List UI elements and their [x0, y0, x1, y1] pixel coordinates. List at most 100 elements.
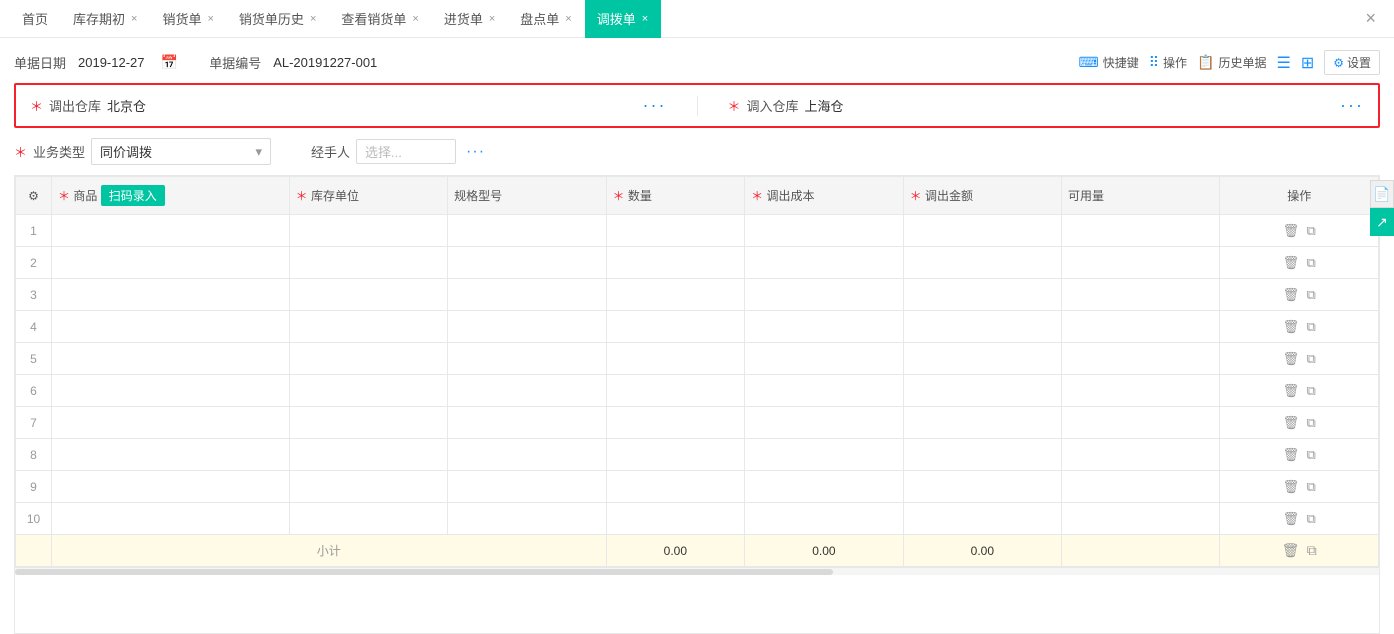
- row-avail-8[interactable]: [1062, 439, 1220, 471]
- from-warehouse-more[interactable]: ···: [643, 95, 667, 116]
- row-unit-7[interactable]: [289, 407, 447, 439]
- copy-icon-3[interactable]: ⧉: [1307, 287, 1316, 303]
- row-unit-10[interactable]: [289, 503, 447, 535]
- handler-placeholder[interactable]: 选择...: [356, 139, 456, 164]
- row-amount-9[interactable]: [903, 471, 1061, 503]
- tab-close-inventory-check[interactable]: ×: [565, 13, 571, 25]
- row-qty-10[interactable]: [606, 503, 745, 535]
- row-unit-9[interactable]: [289, 471, 447, 503]
- row-cost-4[interactable]: [745, 311, 903, 343]
- row-avail-7[interactable]: [1062, 407, 1220, 439]
- tab-close-inventory-init[interactable]: ×: [131, 13, 137, 25]
- from-warehouse-value[interactable]: 北京仓: [107, 96, 146, 115]
- window-close-button[interactable]: ×: [1357, 8, 1384, 29]
- shortcut-action[interactable]: ⌨ 快捷键: [1079, 54, 1139, 71]
- row-avail-3[interactable]: [1062, 279, 1220, 311]
- scan-button[interactable]: 扫码录入: [101, 185, 165, 206]
- row-product-4[interactable]: [52, 311, 290, 343]
- row-avail-9[interactable]: [1062, 471, 1220, 503]
- row-cost-5[interactable]: [745, 343, 903, 375]
- tab-view-sales[interactable]: 查看销货单 ×: [329, 0, 431, 38]
- row-unit-2[interactable]: [289, 247, 447, 279]
- tab-close-sales-order[interactable]: ×: [207, 13, 213, 25]
- row-qty-3[interactable]: [606, 279, 745, 311]
- delete-icon-1[interactable]: 🗑: [1283, 223, 1300, 239]
- copy-icon-8[interactable]: ⧉: [1307, 447, 1316, 463]
- delete-icon-5[interactable]: 🗑: [1283, 351, 1300, 367]
- tab-inventory-check[interactable]: 盘点单 ×: [508, 0, 584, 38]
- layout-action[interactable]: ☰: [1276, 53, 1290, 73]
- tab-close-view-sales[interactable]: ×: [412, 13, 418, 25]
- copy-icon-4[interactable]: ⧉: [1307, 319, 1316, 335]
- row-qty-9[interactable]: [606, 471, 745, 503]
- to-warehouse-more[interactable]: ···: [1340, 95, 1364, 116]
- row-product-2[interactable]: [52, 247, 290, 279]
- sidebar-external-button[interactable]: ↗: [1370, 208, 1394, 236]
- row-qty-8[interactable]: [606, 439, 745, 471]
- grid-action[interactable]: ⊞: [1301, 53, 1314, 73]
- tab-sales-history[interactable]: 销货单历史 ×: [227, 0, 329, 38]
- row-product-7[interactable]: [52, 407, 290, 439]
- settings-button[interactable]: ⚙ 设置: [1324, 50, 1380, 75]
- row-unit-6[interactable]: [289, 375, 447, 407]
- delete-icon-4[interactable]: 🗑: [1283, 319, 1300, 335]
- copy-icon-9[interactable]: ⧉: [1307, 479, 1316, 495]
- row-amount-1[interactable]: [903, 215, 1061, 247]
- tab-purchase-order[interactable]: 进货单 ×: [432, 0, 508, 38]
- calendar-icon[interactable]: 📅: [161, 54, 178, 71]
- tab-sales-order[interactable]: 销货单 ×: [150, 0, 226, 38]
- business-type-select[interactable]: 同价调拨 ▾: [91, 138, 271, 165]
- copy-icon-10[interactable]: ⧉: [1307, 511, 1316, 527]
- row-cost-7[interactable]: [745, 407, 903, 439]
- row-spec-3[interactable]: [448, 279, 606, 311]
- row-qty-4[interactable]: [606, 311, 745, 343]
- row-spec-10[interactable]: [448, 503, 606, 535]
- row-cost-2[interactable]: [745, 247, 903, 279]
- tab-close-transfer[interactable]: ×: [642, 13, 648, 25]
- row-cost-9[interactable]: [745, 471, 903, 503]
- subtotal-delete-icon[interactable]: 🗑: [1282, 542, 1300, 559]
- row-avail-4[interactable]: [1062, 311, 1220, 343]
- row-spec-2[interactable]: [448, 247, 606, 279]
- row-avail-2[interactable]: [1062, 247, 1220, 279]
- tab-home[interactable]: 首页: [10, 0, 61, 38]
- row-unit-1[interactable]: [289, 215, 447, 247]
- row-unit-5[interactable]: [289, 343, 447, 375]
- to-warehouse-value[interactable]: 上海仓: [805, 96, 844, 115]
- row-cost-10[interactable]: [745, 503, 903, 535]
- delete-icon-7[interactable]: 🗑: [1283, 415, 1300, 431]
- row-qty-2[interactable]: [606, 247, 745, 279]
- row-product-9[interactable]: [52, 471, 290, 503]
- tab-close-purchase-order[interactable]: ×: [489, 13, 495, 25]
- copy-icon-2[interactable]: ⧉: [1307, 255, 1316, 271]
- row-amount-6[interactable]: [903, 375, 1061, 407]
- horizontal-scrollbar[interactable]: [15, 567, 1379, 575]
- tab-close-sales-history[interactable]: ×: [310, 13, 316, 25]
- row-unit-3[interactable]: [289, 279, 447, 311]
- row-spec-8[interactable]: [448, 439, 606, 471]
- row-qty-1[interactable]: [606, 215, 745, 247]
- row-unit-4[interactable]: [289, 311, 447, 343]
- row-amount-7[interactable]: [903, 407, 1061, 439]
- row-cost-8[interactable]: [745, 439, 903, 471]
- delete-icon-6[interactable]: 🗑: [1283, 383, 1300, 399]
- tab-transfer[interactable]: 调拨单 ×: [585, 0, 661, 38]
- history-action[interactable]: 📋 历史单据: [1197, 54, 1266, 71]
- row-spec-5[interactable]: [448, 343, 606, 375]
- row-avail-1[interactable]: [1062, 215, 1220, 247]
- row-qty-7[interactable]: [606, 407, 745, 439]
- row-spec-4[interactable]: [448, 311, 606, 343]
- row-cost-6[interactable]: [745, 375, 903, 407]
- copy-icon-5[interactable]: ⧉: [1307, 351, 1316, 367]
- row-qty-6[interactable]: [606, 375, 745, 407]
- row-spec-1[interactable]: [448, 215, 606, 247]
- delete-icon-9[interactable]: 🗑: [1283, 479, 1300, 495]
- subtotal-copy-icon[interactable]: ⧉: [1307, 542, 1317, 559]
- th-gear[interactable]: ⚙: [16, 177, 52, 215]
- copy-icon-6[interactable]: ⧉: [1307, 383, 1316, 399]
- row-avail-10[interactable]: [1062, 503, 1220, 535]
- row-cost-1[interactable]: [745, 215, 903, 247]
- delete-icon-2[interactable]: 🗑: [1283, 255, 1300, 271]
- handler-more[interactable]: ···: [466, 143, 485, 161]
- row-avail-5[interactable]: [1062, 343, 1220, 375]
